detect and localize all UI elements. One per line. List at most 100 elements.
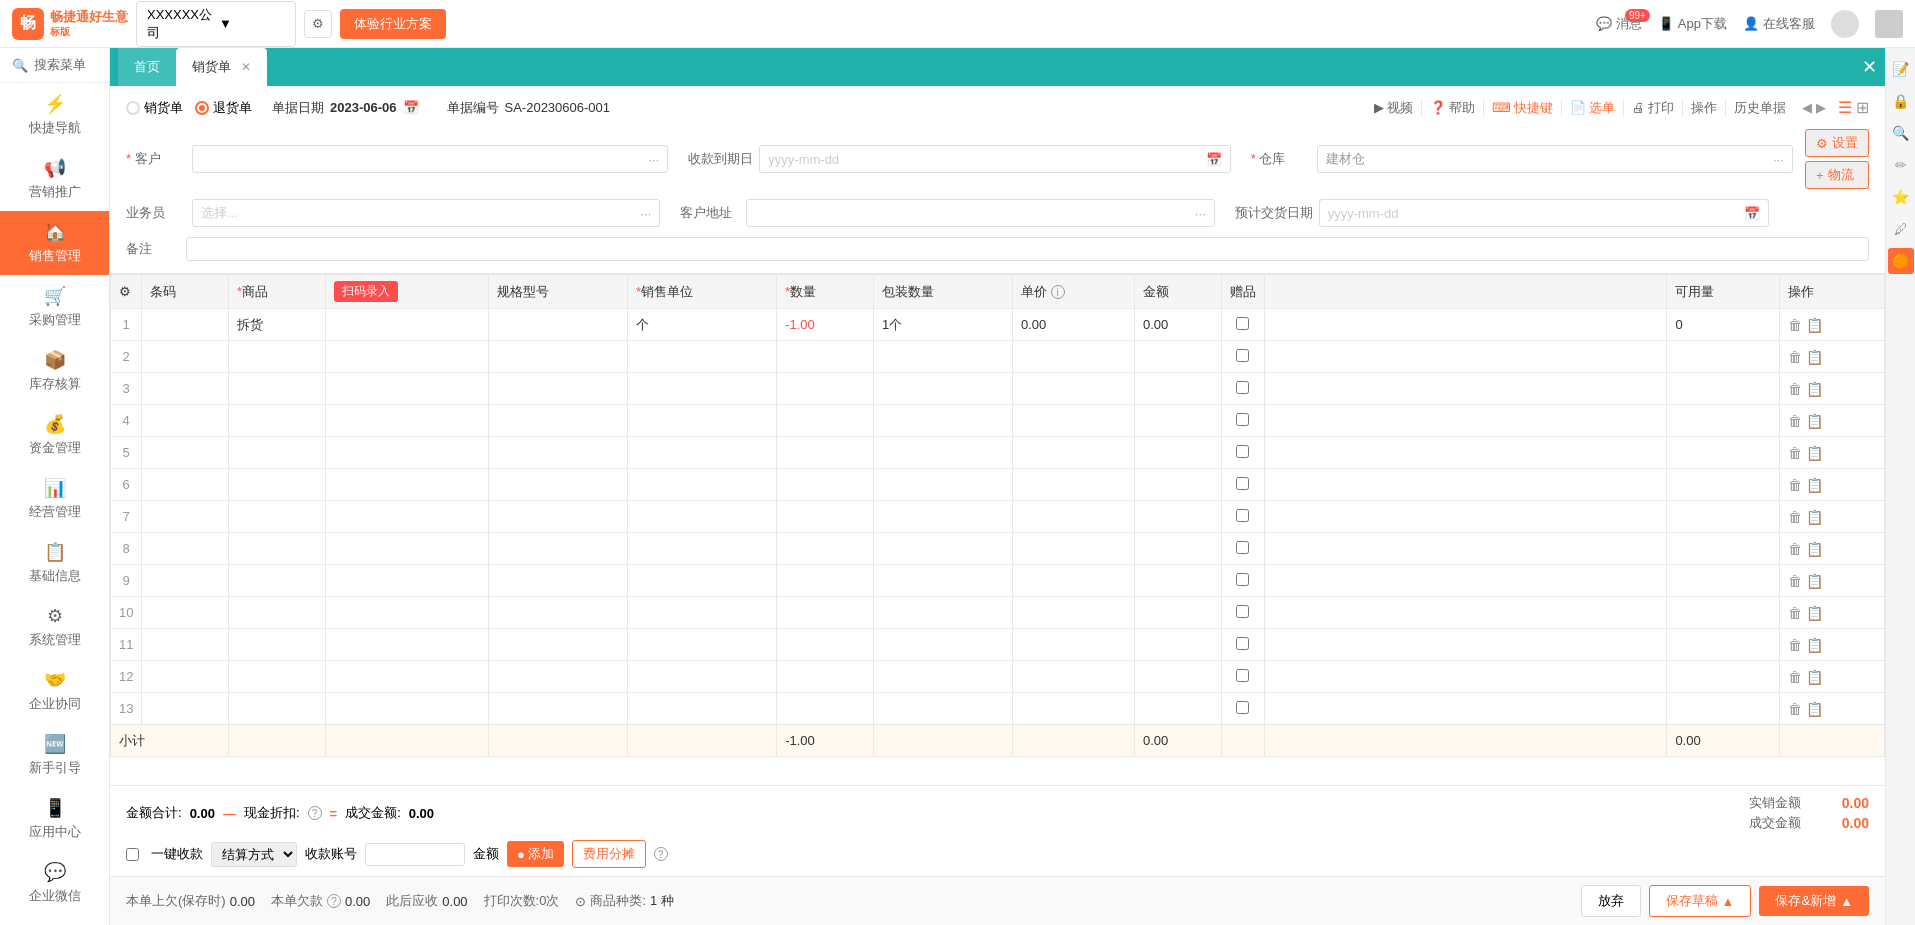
cell-spec[interactable]	[489, 693, 628, 725]
cell-spec[interactable]	[489, 565, 628, 597]
delete-icon[interactable]: 🗑	[1788, 669, 1802, 685]
cell-gift[interactable]	[1221, 341, 1264, 373]
avatar[interactable]	[1831, 10, 1859, 38]
cell-amount[interactable]	[1134, 373, 1221, 405]
cell-qty[interactable]	[777, 341, 874, 373]
cell-barcode[interactable]	[142, 597, 229, 629]
right-panel-orange-icon[interactable]: 🟠	[1888, 248, 1914, 274]
cell-spec[interactable]	[489, 533, 628, 565]
cell-pack-qty[interactable]	[873, 437, 1012, 469]
logistics-button[interactable]: + 物流	[1805, 161, 1869, 189]
sidebar-item-wechat[interactable]: 💬 企业微信	[0, 851, 109, 915]
cell-product[interactable]	[229, 341, 326, 373]
online-service-button[interactable]: 👤 在线客服	[1743, 15, 1815, 33]
cell-spec[interactable]	[489, 629, 628, 661]
cell-spec[interactable]	[489, 405, 628, 437]
delete-icon[interactable]: 🗑	[1788, 541, 1802, 557]
right-panel-search-icon[interactable]: 🔍	[1888, 120, 1914, 146]
cell-pack-qty[interactable]	[873, 693, 1012, 725]
sidebar-item-quick-nav[interactable]: ⚡ 快捷导航	[0, 83, 109, 147]
col-setting[interactable]: ⚙	[111, 275, 142, 309]
cell-qty[interactable]	[777, 693, 874, 725]
cash-discount-info-icon[interactable]: ?	[308, 806, 322, 820]
cell-product[interactable]	[229, 693, 326, 725]
sidebar-item-basic[interactable]: 📋 基础信息	[0, 531, 109, 595]
cell-product[interactable]	[229, 533, 326, 565]
copy-icon[interactable]: 📋	[1806, 509, 1823, 525]
cell-barcode[interactable]	[142, 373, 229, 405]
salesperson-input[interactable]: 选择... ···	[192, 199, 660, 227]
cell-unit[interactable]	[627, 629, 776, 661]
cell-product[interactable]	[229, 661, 326, 693]
copy-icon[interactable]: 📋	[1806, 413, 1823, 429]
notes-input[interactable]	[186, 237, 1869, 261]
cell-gift[interactable]	[1221, 437, 1264, 469]
sidebar-item-system[interactable]: ⚙ 系统管理	[0, 595, 109, 659]
sidebar-item-appcenter[interactable]: 📱 应用中心	[0, 787, 109, 851]
sidebar-search[interactable]: 🔍 搜索菜单	[0, 48, 109, 83]
quick-pay-checkbox[interactable]	[126, 848, 139, 861]
cell-unit[interactable]: 个	[627, 309, 776, 341]
cell-product[interactable]	[229, 373, 326, 405]
cell-barcode[interactable]	[142, 405, 229, 437]
cell-amount[interactable]	[1134, 469, 1221, 501]
cell-amount[interactable]	[1134, 597, 1221, 629]
delete-icon[interactable]: 🗑	[1788, 317, 1802, 333]
fee-split-info-icon[interactable]: ?	[654, 847, 668, 861]
tab-close-all[interactable]: ✕	[1862, 56, 1877, 78]
cell-unit[interactable]	[627, 661, 776, 693]
cell-barcode[interactable]	[142, 629, 229, 661]
tab-home[interactable]: 首页	[118, 48, 176, 86]
cell-qty[interactable]	[777, 629, 874, 661]
cell-gift[interactable]	[1221, 693, 1264, 725]
cell-price[interactable]	[1012, 405, 1134, 437]
cell-product[interactable]	[229, 437, 326, 469]
copy-icon[interactable]: 📋	[1806, 349, 1823, 365]
cell-barcode[interactable]	[142, 309, 229, 341]
toolbar-history[interactable]: 历史单据	[1734, 99, 1786, 117]
cell-pack-qty[interactable]	[873, 373, 1012, 405]
cell-price[interactable]	[1012, 597, 1134, 629]
cell-amount[interactable]	[1134, 565, 1221, 597]
cell-amount[interactable]	[1134, 501, 1221, 533]
cell-amount[interactable]	[1134, 693, 1221, 725]
copy-icon[interactable]: 📋	[1806, 317, 1823, 333]
cell-pack-qty[interactable]	[873, 533, 1012, 565]
setting-button[interactable]: ⚙ 设置	[1805, 129, 1869, 157]
copy-icon[interactable]: 📋	[1806, 541, 1823, 557]
cell-qty[interactable]	[777, 469, 874, 501]
cell-qty[interactable]	[777, 565, 874, 597]
cell-barcode[interactable]	[142, 437, 229, 469]
delivery-date-input[interactable]: yyyy-mm-dd 📅	[1319, 199, 1769, 227]
cell-price[interactable]	[1012, 565, 1134, 597]
cell-product[interactable]	[229, 597, 326, 629]
cell-price[interactable]	[1012, 469, 1134, 501]
copy-icon[interactable]: 📋	[1806, 381, 1823, 397]
delete-icon[interactable]: 🗑	[1788, 445, 1802, 461]
cell-pack-qty[interactable]	[873, 341, 1012, 373]
right-panel-notes-icon[interactable]: 📝	[1888, 56, 1914, 82]
price-info-icon[interactable]: i	[1051, 285, 1065, 299]
delete-icon[interactable]: 🗑	[1788, 605, 1802, 621]
delete-icon[interactable]: 🗑	[1788, 381, 1802, 397]
payment-due-input[interactable]: yyyy-mm-dd 📅	[759, 145, 1230, 173]
prev-arrow[interactable]: ◀	[1802, 100, 1812, 115]
cell-price[interactable]	[1012, 437, 1134, 469]
scan-button[interactable]: 扫码录入	[334, 281, 398, 302]
delete-icon[interactable]: 🗑	[1788, 477, 1802, 493]
delete-icon[interactable]: 🗑	[1788, 701, 1802, 717]
cell-gift[interactable]	[1221, 597, 1264, 629]
delete-icon[interactable]: 🗑	[1788, 349, 1802, 365]
cell-pack-qty[interactable]	[873, 469, 1012, 501]
trial-button[interactable]: 体验行业方案	[340, 9, 446, 39]
cell-pack-qty[interactable]: 1个	[873, 309, 1012, 341]
user-menu[interactable]	[1875, 10, 1903, 38]
cell-product[interactable]	[229, 629, 326, 661]
copy-icon[interactable]: 📋	[1806, 477, 1823, 493]
save-new-button[interactable]: 保存&新增 ▲	[1759, 886, 1869, 916]
copy-icon[interactable]: 📋	[1806, 701, 1823, 717]
cell-price[interactable]	[1012, 629, 1134, 661]
right-panel-lock-icon[interactable]: 🔒	[1888, 88, 1914, 114]
cell-barcode[interactable]	[142, 565, 229, 597]
delete-icon[interactable]: 🗑	[1788, 509, 1802, 525]
